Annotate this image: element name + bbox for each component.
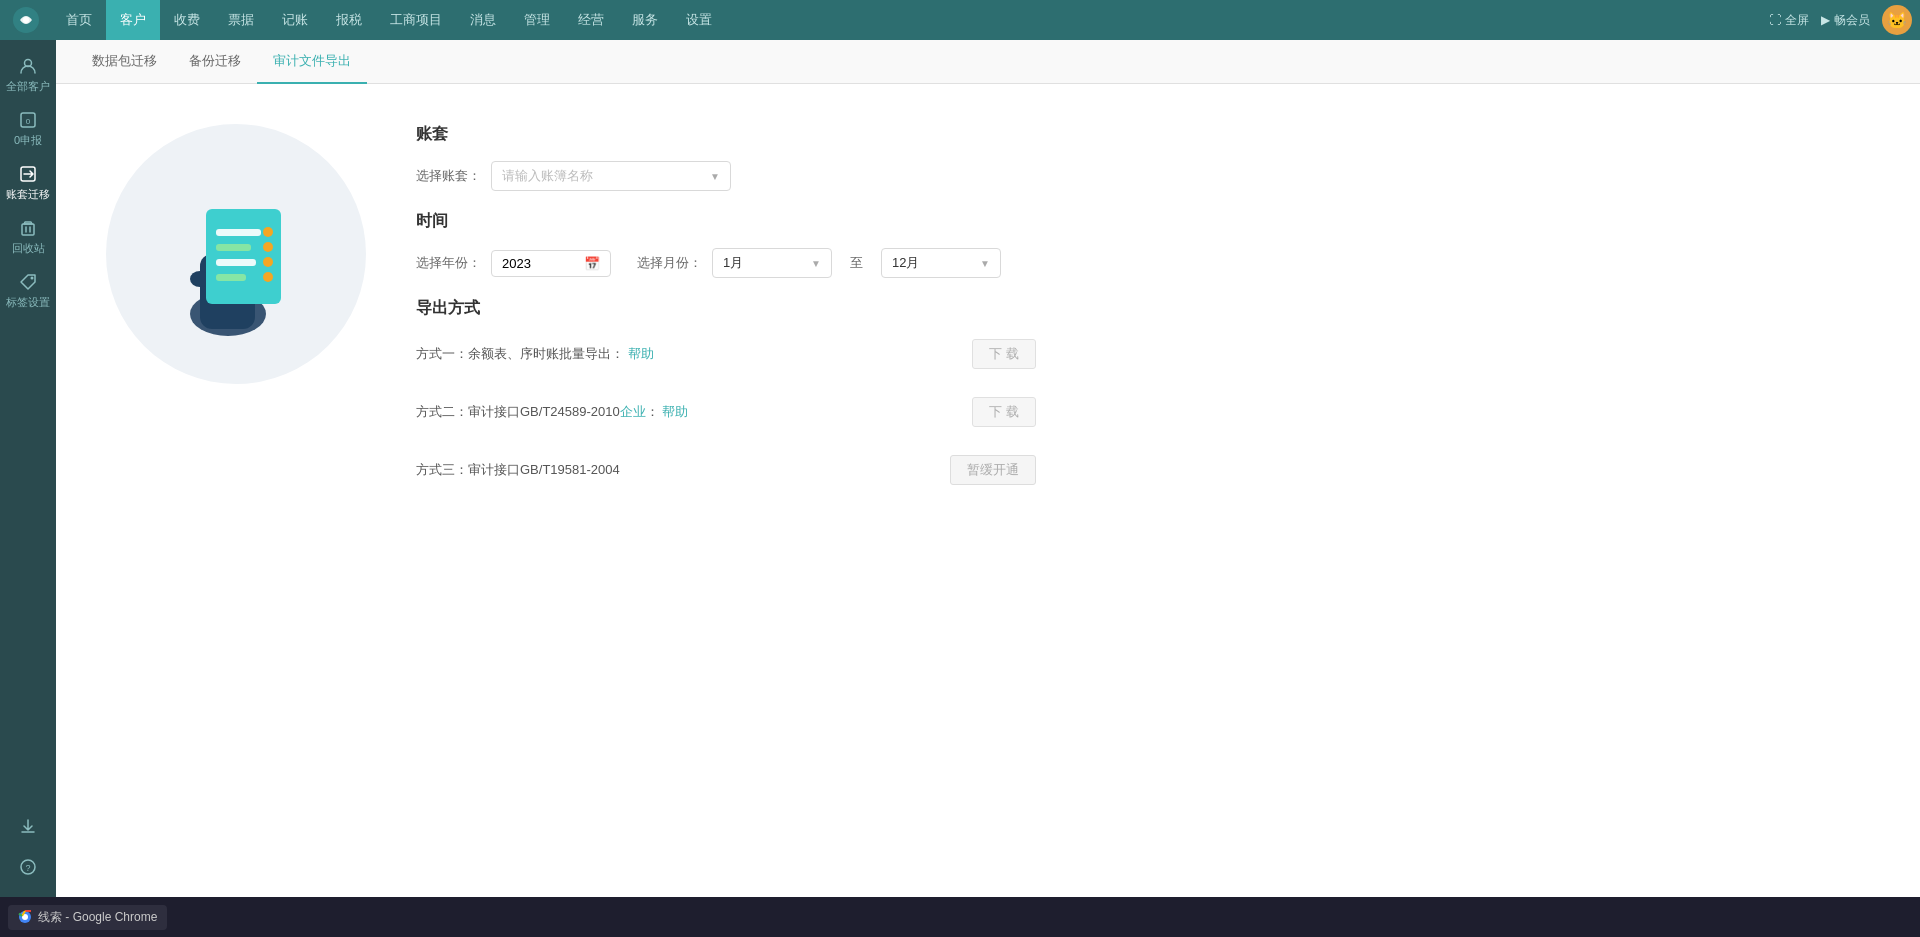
content-area: 数据包迁移 备份迁移 审计文件导出 [56, 40, 1920, 897]
time-row: 选择年份： 2023 📅 选择月份： 1月 ▼ 至 12月 ▼ [416, 248, 1036, 278]
nav-invoice[interactable]: 票据 [214, 0, 268, 40]
method2-company: 企业 [620, 404, 646, 419]
sidebar-item-recycle[interactable]: 回收站 [0, 210, 56, 264]
year-label: 选择年份： [416, 254, 481, 272]
method1-label: 方式一：余额表、序时账批量导出： 帮助 [416, 345, 972, 363]
account-select[interactable]: 请输入账簿名称 ▼ [491, 161, 731, 191]
illustration-wrapper [96, 114, 376, 394]
sidebar-label-migration: 账套迁移 [6, 187, 50, 202]
method2-label: 方式二：审计接口GB/T24589-2010企业： 帮助 [416, 403, 972, 421]
nav-settings[interactable]: 设置 [672, 0, 726, 40]
nav-business[interactable]: 工商项目 [376, 0, 456, 40]
svg-point-1 [23, 17, 29, 23]
taskbar-item-label: 线索 - Google Chrome [38, 909, 157, 926]
main-layout: 全部客户 0 0申报 账套迁移 回收站 [0, 40, 1920, 897]
account-section-title: 账套 [416, 124, 1036, 145]
vip-icon: ▶ [1821, 13, 1830, 27]
svg-point-7 [31, 277, 34, 280]
month-end-select[interactable]: 12月 ▼ [881, 248, 1001, 278]
method3-pending-button[interactable]: 暂缓开通 [950, 455, 1036, 485]
taskbar-chrome-item[interactable]: 线索 - Google Chrome [8, 905, 167, 930]
chrome-icon [18, 910, 32, 924]
tab-audit-export[interactable]: 审计文件导出 [257, 40, 367, 84]
form-panel: 账套 选择账套： 请输入账簿名称 ▼ 时间 选择年份： 2023 📅 [376, 114, 1076, 519]
account-row: 选择账套： 请输入账簿名称 ▼ [416, 161, 1036, 191]
method2-row: 方式二：审计接口GB/T24589-2010企业： 帮助 下 载 [416, 393, 1036, 431]
nav-right: ⛶ 全屏 ▶ 畅会员 🐱 [1769, 5, 1912, 35]
tab-bar: 数据包迁移 备份迁移 审计文件导出 [56, 40, 1920, 84]
month-start-select[interactable]: 1月 ▼ [712, 248, 832, 278]
nav-accounting[interactable]: 记账 [268, 0, 322, 40]
month-start-value: 1月 [723, 254, 743, 272]
sidebar-item-all-customers[interactable]: 全部客户 [0, 48, 56, 102]
svg-rect-15 [216, 244, 251, 251]
nav-operation[interactable]: 经营 [564, 0, 618, 40]
method3-row: 方式三：审计接口GB/T19581-2004 暂缓开通 [416, 451, 1036, 489]
nav-home[interactable]: 首页 [52, 0, 106, 40]
vip-button[interactable]: ▶ 畅会员 [1821, 12, 1870, 29]
export-section-title: 导出方式 [416, 298, 1036, 319]
sidebar: 全部客户 0 0申报 账套迁移 回收站 [0, 40, 56, 897]
sidebar-item-migration[interactable]: 账套迁移 [0, 156, 56, 210]
nav-customer[interactable]: 客户 [106, 0, 160, 40]
to-label: 至 [850, 254, 863, 272]
svg-point-19 [263, 242, 273, 252]
method3-label: 方式三：审计接口GB/T19581-2004 [416, 461, 950, 479]
sidebar-help-icon[interactable]: ? [0, 849, 56, 885]
account-label: 选择账套： [416, 167, 481, 185]
svg-text:0: 0 [26, 117, 31, 126]
sidebar-bottom: ? [0, 809, 56, 897]
method1-row: 方式一：余额表、序时账批量导出： 帮助 下 载 [416, 335, 1036, 373]
sidebar-label-recycle: 回收站 [12, 241, 45, 256]
month-start-dropdown-icon: ▼ [811, 258, 821, 269]
method2-help-link[interactable]: 帮助 [662, 404, 688, 419]
svg-point-18 [263, 227, 273, 237]
month-end-value: 12月 [892, 254, 919, 272]
svg-rect-13 [206, 209, 281, 304]
nav-tax[interactable]: 报税 [322, 0, 376, 40]
svg-point-20 [263, 257, 273, 267]
year-input[interactable]: 2023 📅 [491, 250, 611, 277]
month-start-label: 选择月份： [637, 254, 702, 272]
method2-download-button[interactable]: 下 载 [972, 397, 1036, 427]
method1-help-link[interactable]: 帮助 [628, 346, 654, 361]
account-dropdown-icon: ▼ [710, 171, 720, 182]
avatar[interactable]: 🐱 [1882, 5, 1912, 35]
account-placeholder: 请输入账簿名称 [502, 167, 593, 185]
time-section-title: 时间 [416, 211, 1036, 232]
nav-manage[interactable]: 管理 [510, 0, 564, 40]
calendar-icon: 📅 [584, 256, 600, 271]
nav-service[interactable]: 服务 [618, 0, 672, 40]
nav-message[interactable]: 消息 [456, 0, 510, 40]
svg-text:?: ? [25, 863, 30, 873]
svg-rect-17 [216, 274, 246, 281]
method1-download-button[interactable]: 下 载 [972, 339, 1036, 369]
year-value: 2023 [502, 256, 531, 271]
top-navbar: 首页 客户 收费 票据 记账 报税 工商项目 消息 管理 经营 服务 设置 ⛶ … [0, 0, 1920, 40]
sidebar-label-customers: 全部客户 [6, 79, 50, 94]
sidebar-item-tag-settings[interactable]: 标签设置 [0, 264, 56, 318]
svg-rect-6 [22, 224, 34, 235]
sidebar-label-tag-settings: 标签设置 [6, 295, 50, 310]
sidebar-item-zero-declaration[interactable]: 0 0申报 [0, 102, 56, 156]
nav-items: 首页 客户 收费 票据 记账 报税 工商项目 消息 管理 经营 服务 设置 [52, 0, 1769, 40]
taskbar: 线索 - Google Chrome [0, 897, 1920, 937]
fullscreen-icon: ⛶ [1769, 13, 1781, 27]
nav-fee[interactable]: 收费 [160, 0, 214, 40]
tab-backup-migration[interactable]: 备份迁移 [173, 40, 257, 84]
page-content: 账套 选择账套： 请输入账簿名称 ▼ 时间 选择年份： 2023 📅 [56, 84, 1920, 897]
month-end-dropdown-icon: ▼ [980, 258, 990, 269]
svg-point-21 [263, 272, 273, 282]
svg-rect-16 [216, 259, 256, 266]
svg-rect-14 [216, 229, 261, 236]
fullscreen-button[interactable]: ⛶ 全屏 [1769, 12, 1809, 29]
tab-data-migration[interactable]: 数据包迁移 [76, 40, 173, 84]
illustration-circle [106, 124, 366, 384]
sidebar-label-zero-declaration: 0申报 [14, 133, 42, 148]
sidebar-download-icon[interactable] [0, 809, 56, 845]
app-logo[interactable] [8, 2, 44, 38]
